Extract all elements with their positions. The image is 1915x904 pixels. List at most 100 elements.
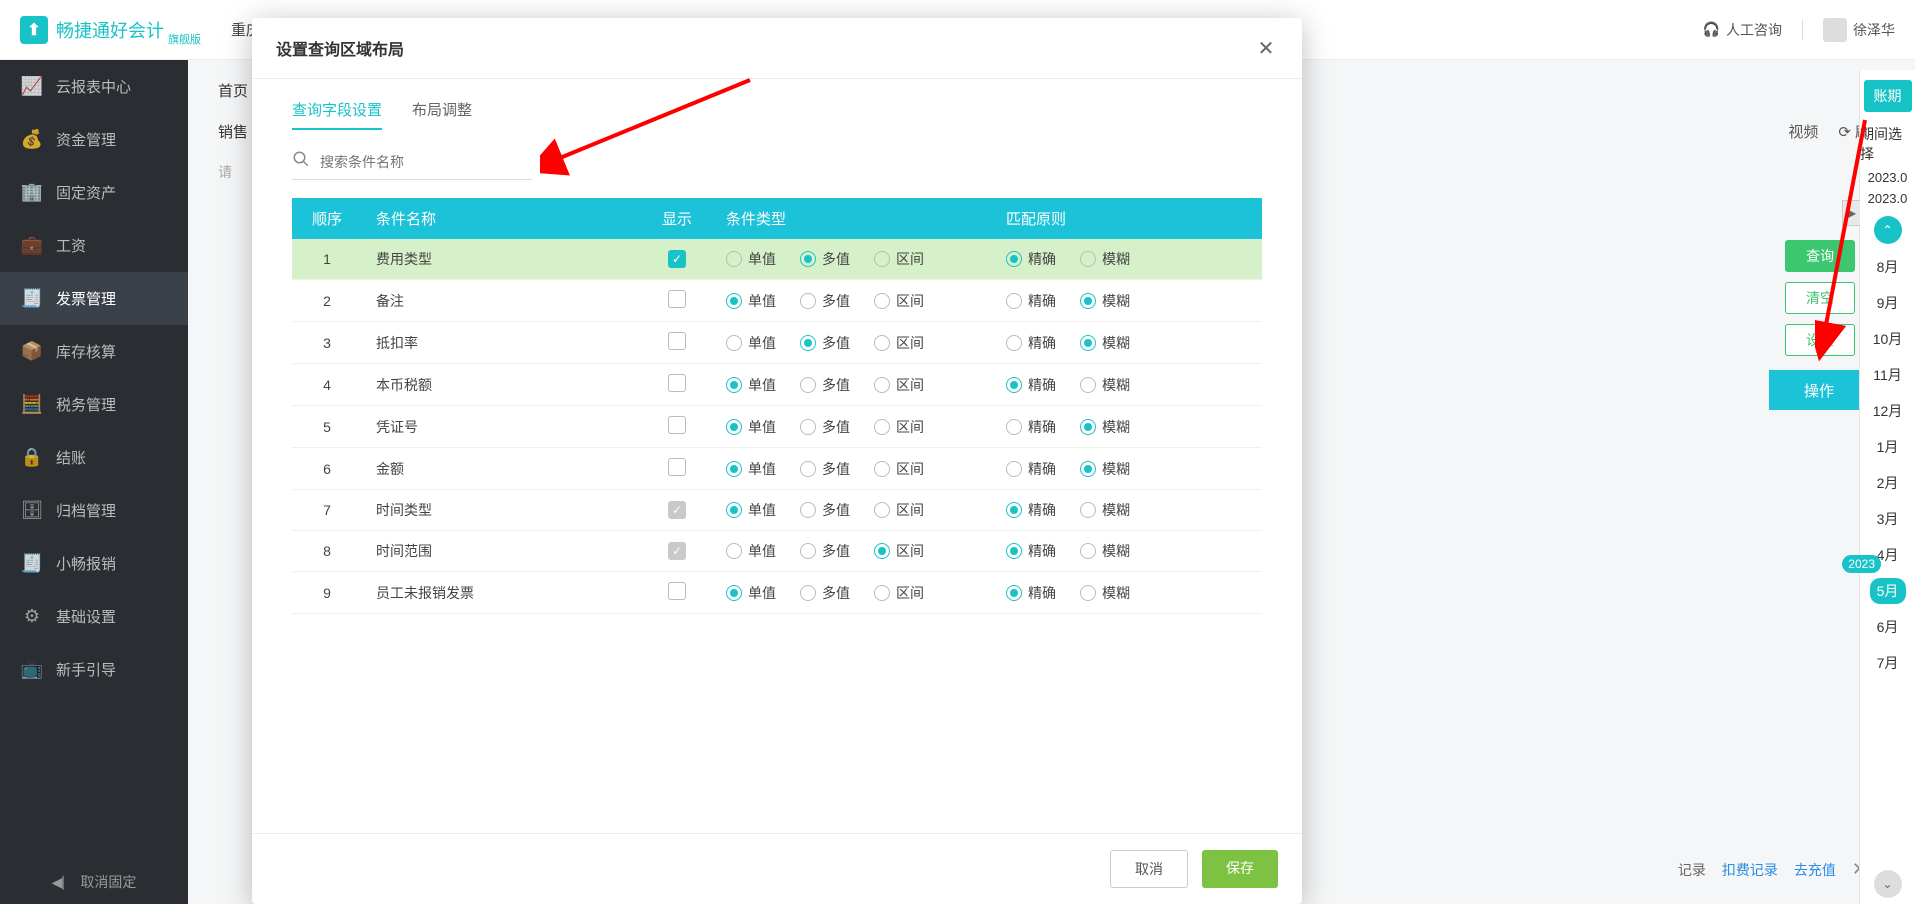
- type-radio[interactable]: 单值: [726, 249, 776, 269]
- type-radio[interactable]: 区间: [874, 249, 924, 269]
- type-radio[interactable]: 单值: [726, 291, 776, 311]
- month-item[interactable]: 12月: [1870, 398, 1906, 424]
- type-radio[interactable]: 多值: [800, 500, 850, 520]
- match-radio[interactable]: 模糊: [1080, 291, 1130, 311]
- match-radio[interactable]: 模糊: [1080, 541, 1130, 561]
- scroll-up-icon[interactable]: ⌃: [1874, 216, 1902, 244]
- type-radio[interactable]: 区间: [874, 291, 924, 311]
- setting-button[interactable]: 设置: [1785, 324, 1855, 356]
- match-radio[interactable]: 精确: [1006, 291, 1056, 311]
- match-radio[interactable]: 精确: [1006, 417, 1056, 437]
- month-item[interactable]: 3月: [1870, 506, 1906, 532]
- match-radio[interactable]: 模糊: [1080, 249, 1130, 269]
- month-item[interactable]: 1月: [1870, 434, 1906, 460]
- show-checkbox[interactable]: [668, 416, 686, 434]
- type-radio[interactable]: 多值: [800, 583, 850, 603]
- match-radio[interactable]: 精确: [1006, 583, 1056, 603]
- type-radio[interactable]: 区间: [874, 583, 924, 603]
- search-input[interactable]: [320, 154, 520, 170]
- month-item[interactable]: 11月: [1870, 362, 1906, 388]
- sidebar-item-invoice[interactable]: 🧾发票管理: [0, 272, 188, 325]
- period-year-0[interactable]: 2023.0: [1868, 170, 1908, 185]
- fee-records-link[interactable]: 扣费记录: [1722, 860, 1778, 880]
- sidebar-item-guide[interactable]: 📺新手引导: [0, 643, 188, 696]
- type-radio[interactable]: 多值: [800, 541, 850, 561]
- period-button[interactable]: 账期: [1864, 80, 1912, 112]
- period-year-1[interactable]: 2023.0: [1868, 191, 1908, 206]
- sidebar-item-close[interactable]: 🔒结账: [0, 431, 188, 484]
- type-radio[interactable]: 区间: [874, 417, 924, 437]
- type-radio[interactable]: 单值: [726, 541, 776, 561]
- show-checkbox[interactable]: [668, 290, 686, 308]
- match-radio[interactable]: 模糊: [1080, 333, 1130, 353]
- query-button[interactable]: 查询: [1785, 240, 1855, 272]
- show-checkbox[interactable]: ✓: [668, 250, 686, 268]
- sidebar-item-archive[interactable]: 🗄归档管理: [0, 484, 188, 537]
- month-item[interactable]: 2月: [1870, 470, 1906, 496]
- type-radio[interactable]: 多值: [800, 249, 850, 269]
- type-radio[interactable]: 多值: [800, 459, 850, 479]
- radio-icon: [1006, 293, 1022, 309]
- show-checkbox[interactable]: ✓: [668, 501, 686, 519]
- type-radio[interactable]: 多值: [800, 333, 850, 353]
- modal-footer: 取消 保存: [252, 833, 1302, 904]
- match-radio[interactable]: 模糊: [1080, 459, 1130, 479]
- show-checkbox[interactable]: [668, 458, 686, 476]
- type-radio[interactable]: 单值: [726, 583, 776, 603]
- type-radio[interactable]: 单值: [726, 500, 776, 520]
- sidebar-unpin[interactable]: ◀⎸ 取消固定: [0, 860, 188, 904]
- match-radio[interactable]: 精确: [1006, 375, 1056, 395]
- type-radio[interactable]: 单值: [726, 459, 776, 479]
- match-radio[interactable]: 模糊: [1080, 500, 1130, 520]
- month-item[interactable]: 6月: [1870, 614, 1906, 640]
- show-checkbox[interactable]: [668, 374, 686, 392]
- month-item[interactable]: 8月: [1870, 254, 1906, 280]
- match-radio[interactable]: 模糊: [1080, 583, 1130, 603]
- cancel-button[interactable]: 取消: [1110, 850, 1188, 888]
- type-radio[interactable]: 区间: [874, 459, 924, 479]
- scroll-down-icon[interactable]: ⌄: [1874, 870, 1902, 898]
- period-expand-icon[interactable]: ▶: [1842, 200, 1860, 226]
- sidebar-item-settings[interactable]: ⚙基础设置: [0, 590, 188, 643]
- match-radio[interactable]: 精确: [1006, 541, 1056, 561]
- type-radio[interactable]: 区间: [874, 500, 924, 520]
- close-icon[interactable]: ✕: [1254, 36, 1278, 60]
- sidebar-item-funds[interactable]: 💰资金管理: [0, 113, 188, 166]
- month-item[interactable]: 9月: [1870, 290, 1906, 316]
- tab-layout-adjust[interactable]: 布局调整: [412, 99, 472, 130]
- type-radio[interactable]: 单值: [726, 333, 776, 353]
- type-radio[interactable]: 多值: [800, 417, 850, 437]
- video-link[interactable]: 视频: [1788, 121, 1818, 142]
- show-checkbox[interactable]: ✓: [668, 542, 686, 560]
- sidebar-item-reimburse[interactable]: 🧾小畅报销: [0, 537, 188, 590]
- type-radio[interactable]: 多值: [800, 291, 850, 311]
- sidebar-item-salary[interactable]: 💼工资: [0, 219, 188, 272]
- recharge-link[interactable]: 去充值: [1794, 860, 1836, 880]
- sidebar-item-stock[interactable]: 📦库存核算: [0, 325, 188, 378]
- type-radio[interactable]: 单值: [726, 375, 776, 395]
- sidebar-item-tax[interactable]: 🧮税务管理: [0, 378, 188, 431]
- type-radio[interactable]: 区间: [874, 375, 924, 395]
- user-menu[interactable]: 徐泽华: [1823, 18, 1895, 42]
- match-radio[interactable]: 精确: [1006, 459, 1056, 479]
- show-checkbox[interactable]: [668, 332, 686, 350]
- type-radio[interactable]: 多值: [800, 375, 850, 395]
- clear-button[interactable]: 清空: [1785, 282, 1855, 314]
- month-item[interactable]: 10月: [1870, 326, 1906, 352]
- type-radio[interactable]: 区间: [874, 333, 924, 353]
- sidebar-item-assets[interactable]: 🏢固定资产: [0, 166, 188, 219]
- match-radio[interactable]: 精确: [1006, 249, 1056, 269]
- type-radio[interactable]: 单值: [726, 417, 776, 437]
- match-radio[interactable]: 精确: [1006, 333, 1056, 353]
- match-radio[interactable]: 精确: [1006, 500, 1056, 520]
- tab-field-settings[interactable]: 查询字段设置: [292, 99, 382, 130]
- match-radio[interactable]: 模糊: [1080, 375, 1130, 395]
- month-item[interactable]: 7月: [1870, 650, 1906, 676]
- save-button[interactable]: 保存: [1202, 850, 1278, 888]
- sidebar-item-report[interactable]: 📈云报表中心: [0, 60, 188, 113]
- show-checkbox[interactable]: [668, 582, 686, 600]
- month-item[interactable]: 5月: [1870, 578, 1906, 604]
- match-radio[interactable]: 模糊: [1080, 417, 1130, 437]
- consult-button[interactable]: 🎧 人工咨询: [1703, 20, 1782, 40]
- type-radio[interactable]: 区间: [874, 541, 924, 561]
